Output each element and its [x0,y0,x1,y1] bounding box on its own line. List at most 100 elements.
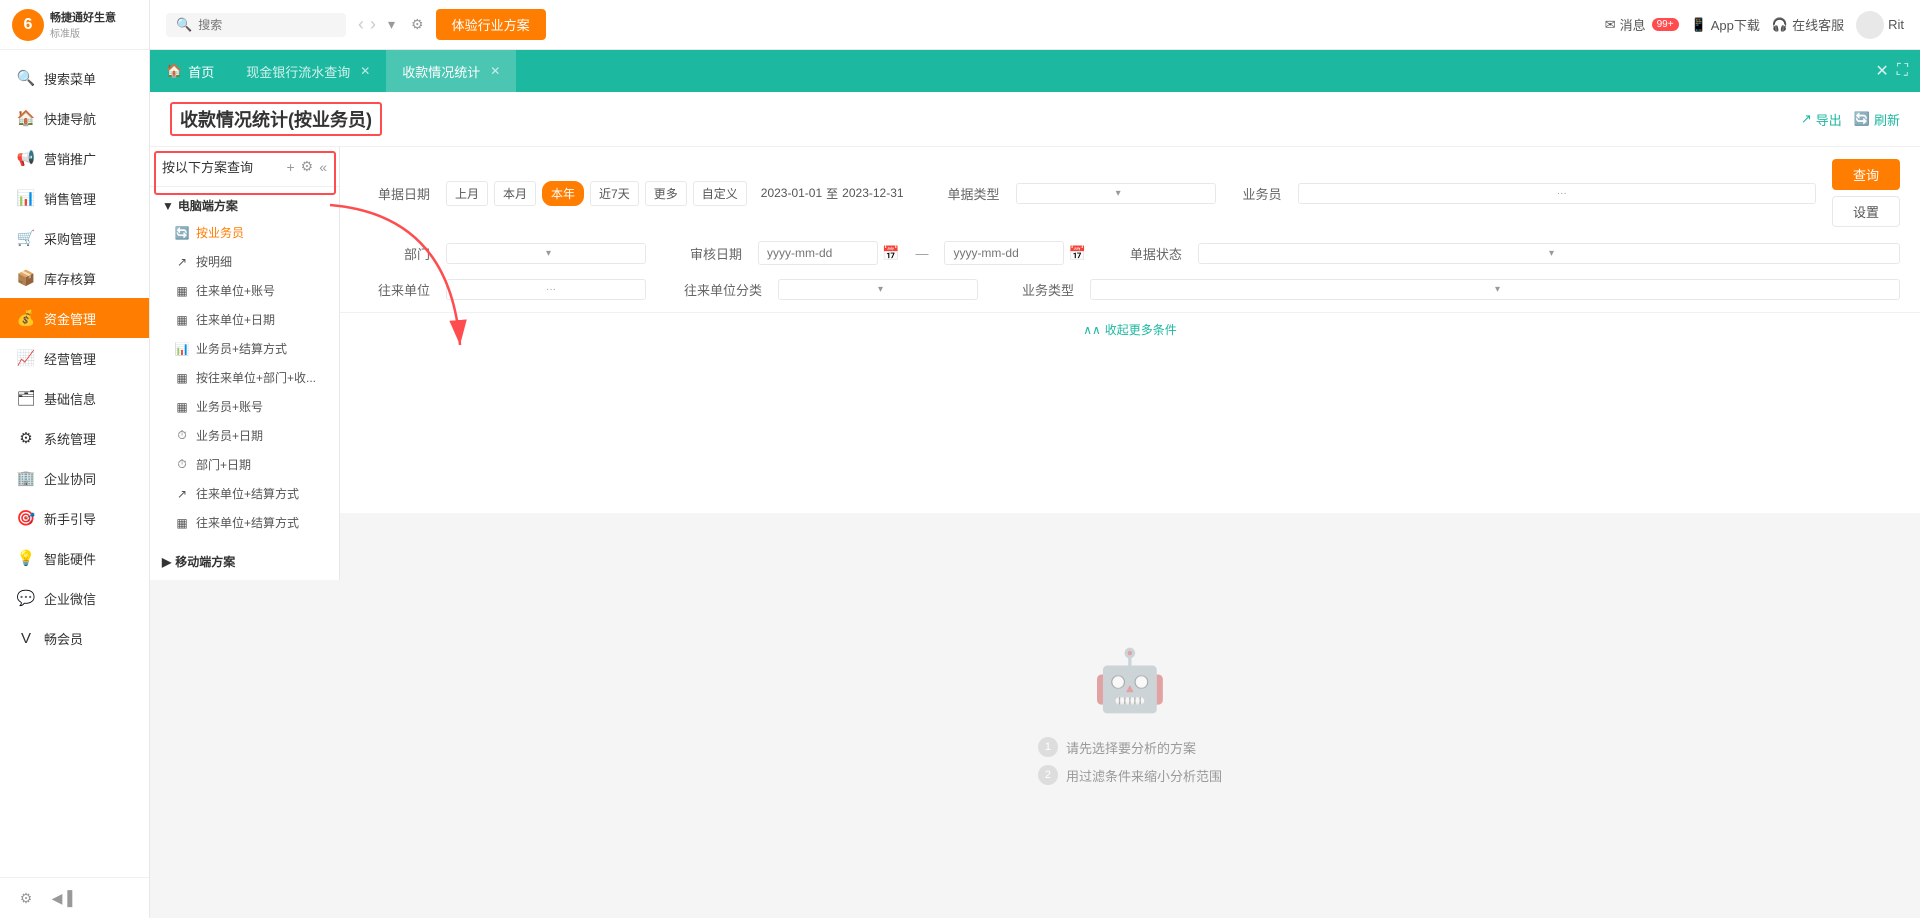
sidebar-item-label: 基础信息 [44,389,96,408]
type-label: 单据类型 [940,184,1000,203]
tab-cashflow[interactable]: 现金银行流水查询 ✕ [230,50,386,92]
sidebar-item-guide[interactable]: 🎯 新手引导 [0,498,149,538]
sidebar-item-quick-nav[interactable]: 🏠 快捷导航 [0,98,149,138]
audit-cal-to-icon[interactable]: 📅 [1068,245,1085,262]
sidebar-item-label: 新手引导 [44,509,96,528]
tab-maximize-btn[interactable]: ⛶ [1897,62,1908,80]
partner-more-icon[interactable]: ··· [546,284,637,295]
scheme-item-salesperson[interactable]: 🔄 按业务员 [150,218,339,247]
scheme-group-mobile-title[interactable]: ▶ 移动端方案 [150,549,339,574]
date-btn-this-year[interactable]: 本年 [542,181,584,206]
audit-date-to[interactable] [944,241,1064,265]
user-avatar-area[interactable]: Rit [1856,11,1904,39]
settings-bottom-icon[interactable]: ⚙ [16,888,36,908]
scheme-item-salesperson-date[interactable]: ⏱ 业务员+日期 [150,421,339,450]
nav-forward-icon[interactable]: › [370,14,376,35]
sidebar-item-enterprise[interactable]: 🏢 企业协同 [0,458,149,498]
date-btn-7days[interactable]: 近7天 [590,181,639,206]
logo-tag: 标准版 [50,25,116,40]
scheme-collapse-icon[interactable]: « [319,159,327,175]
app-download-btn[interactable]: 📱 App下载 [1691,15,1760,34]
query-btn[interactable]: 查询 [1832,159,1900,190]
tab-receipt-close[interactable]: ✕ [490,64,500,78]
wechat-icon: 💬 [16,588,36,608]
sidebar-item-operations[interactable]: 📈 经营管理 [0,338,149,378]
sidebar-item-marketing[interactable]: 📢 营销推广 [0,138,149,178]
topbar-search-input[interactable] [198,18,336,32]
partner-label: 往来单位 [360,280,430,299]
logo-area: 6 畅捷通好生意 标准版 [0,0,149,50]
collapse-sidebar-icon[interactable]: ◀▐ [52,888,72,908]
purchase-icon: 🛒 [16,228,36,248]
scheme-item-salesperson-settle[interactable]: 📊 业务员+结算方式 [150,334,339,363]
scheme-item-partner-date[interactable]: ▦ 往来单位+日期 [150,305,339,334]
nav-back-icon[interactable]: ‹ [358,14,364,35]
export-btn[interactable]: ↗ 导出 [1801,110,1842,129]
date-btn-last-month[interactable]: 上月 [446,181,488,206]
main-area: 🔍 ‹ › ▾ ⚙ 体验行业方案 ✉ 消息 99+ 📱 App下载 🎧 在线客服 [150,0,1920,918]
business-type-select[interactable]: ▾ [1090,279,1900,300]
collapse-bar[interactable]: ∧∧ 收起更多条件 [340,312,1920,346]
sidebar-item-member[interactable]: V 畅会员 [0,618,149,658]
scheme-item-partner-dept[interactable]: ▦ 按往来单位+部门+收... [150,363,339,392]
empty-robot-icon: 🤖 [1090,645,1170,725]
scheme-item-partner-settle2[interactable]: ▦ 往来单位+结算方式 [150,508,339,537]
scheme-item-dept-date[interactable]: ⏱ 部门+日期 [150,450,339,479]
salesperson-select-arrow: ··· [1557,188,1807,199]
date-btn-this-month[interactable]: 本月 [494,181,536,206]
date-from: 2023-01-01 [761,186,822,200]
topbar-dropdown-icon[interactable]: ▾ [388,16,395,33]
date-btn-custom[interactable]: 自定义 [693,181,747,206]
sidebar-item-base-info[interactable]: 🗂 基础信息 [0,378,149,418]
tab-cashflow-close[interactable]: ✕ [360,64,370,78]
sidebar-item-label: 库存核算 [44,269,96,288]
type-select[interactable]: ▾ [1016,183,1216,204]
scheme-add-icon[interactable]: + [286,159,294,175]
sidebar-item-system[interactable]: ⚙ 系统管理 [0,418,149,458]
date-btn-more[interactable]: 更多 [645,181,687,206]
sidebar-item-label: 经营管理 [44,349,96,368]
audit-date-from[interactable] [758,241,878,265]
sidebar-item-capital[interactable]: 💰 资金管理 [0,298,149,338]
refresh-icon: 🔄 [1854,111,1870,127]
tab-close-window-btn[interactable]: ✕ [1875,61,1888,81]
scheme-item-partner-account[interactable]: ▦ 往来单位+账号 [150,276,339,305]
quick-nav-icon: 🏠 [16,108,36,128]
topbar-gear-icon[interactable]: ⚙ [411,16,424,33]
refresh-btn[interactable]: 🔄 刷新 [1854,110,1900,129]
mobile-expand-icon: ▶ [162,555,171,569]
scheme-item-detail[interactable]: ↗ 按明细 [150,247,339,276]
partner-date-icon: ▦ [174,312,190,328]
salesperson-select[interactable]: ··· [1298,183,1816,204]
dept-select[interactable]: ▾ [446,243,646,264]
sidebar-item-wechat[interactable]: 💬 企业微信 [0,578,149,618]
partner-select[interactable]: ··· [446,279,646,300]
tab-receipt-stats[interactable]: 收款情况统计 ✕ [386,50,516,92]
doc-status-select[interactable]: ▾ [1198,243,1900,264]
content: 收款情况统计(按业务员) ↗ 导出 🔄 刷新 按以下方案查询 [150,92,1920,918]
sidebar-item-inventory[interactable]: 📦 库存核算 [0,258,149,298]
tabs-right-controls: ✕ ⛶ [1875,61,1920,81]
settings-btn[interactable]: 设置 [1832,196,1900,227]
tab-home[interactable]: 🏠 首页 [150,50,230,92]
messages-btn[interactable]: ✉ 消息 99+ [1605,15,1679,34]
inventory-icon: 📦 [16,268,36,288]
audit-cal-from-icon[interactable]: 📅 [882,245,899,262]
brand-name: 畅捷通好生意 [50,9,116,25]
topbar-search-box[interactable]: 🔍 [166,13,346,37]
sidebar-item-sales[interactable]: 📊 销售管理 [0,178,149,218]
trial-btn[interactable]: 体验行业方案 [436,9,546,40]
sidebar-item-search-menu[interactable]: 🔍 搜索菜单 [0,58,149,98]
partner-category-select[interactable]: ▾ [778,279,978,300]
sidebar-item-purchase[interactable]: 🛒 采购管理 [0,218,149,258]
online-service-btn[interactable]: 🎧 在线客服 [1772,15,1844,34]
scheme-item-partner-settle1[interactable]: ↗ 往来单位+结算方式 [150,479,339,508]
sidebar-item-smart-hw[interactable]: 💡 智能硬件 [0,538,149,578]
scheme-settings-icon[interactable]: ⚙ [301,158,314,175]
app-download-icon: 📱 [1691,17,1707,33]
scheme-group-desktop-title[interactable]: ▼ 电脑端方案 [150,193,339,218]
date-separator: 至 [826,185,838,202]
scheme-item-salesperson-account[interactable]: ▦ 业务员+账号 [150,392,339,421]
sidebar-item-label: 快捷导航 [44,109,96,128]
filter-row-3: 往来单位 ··· 往来单位分类 ▾ 业务类型 [360,279,1900,300]
